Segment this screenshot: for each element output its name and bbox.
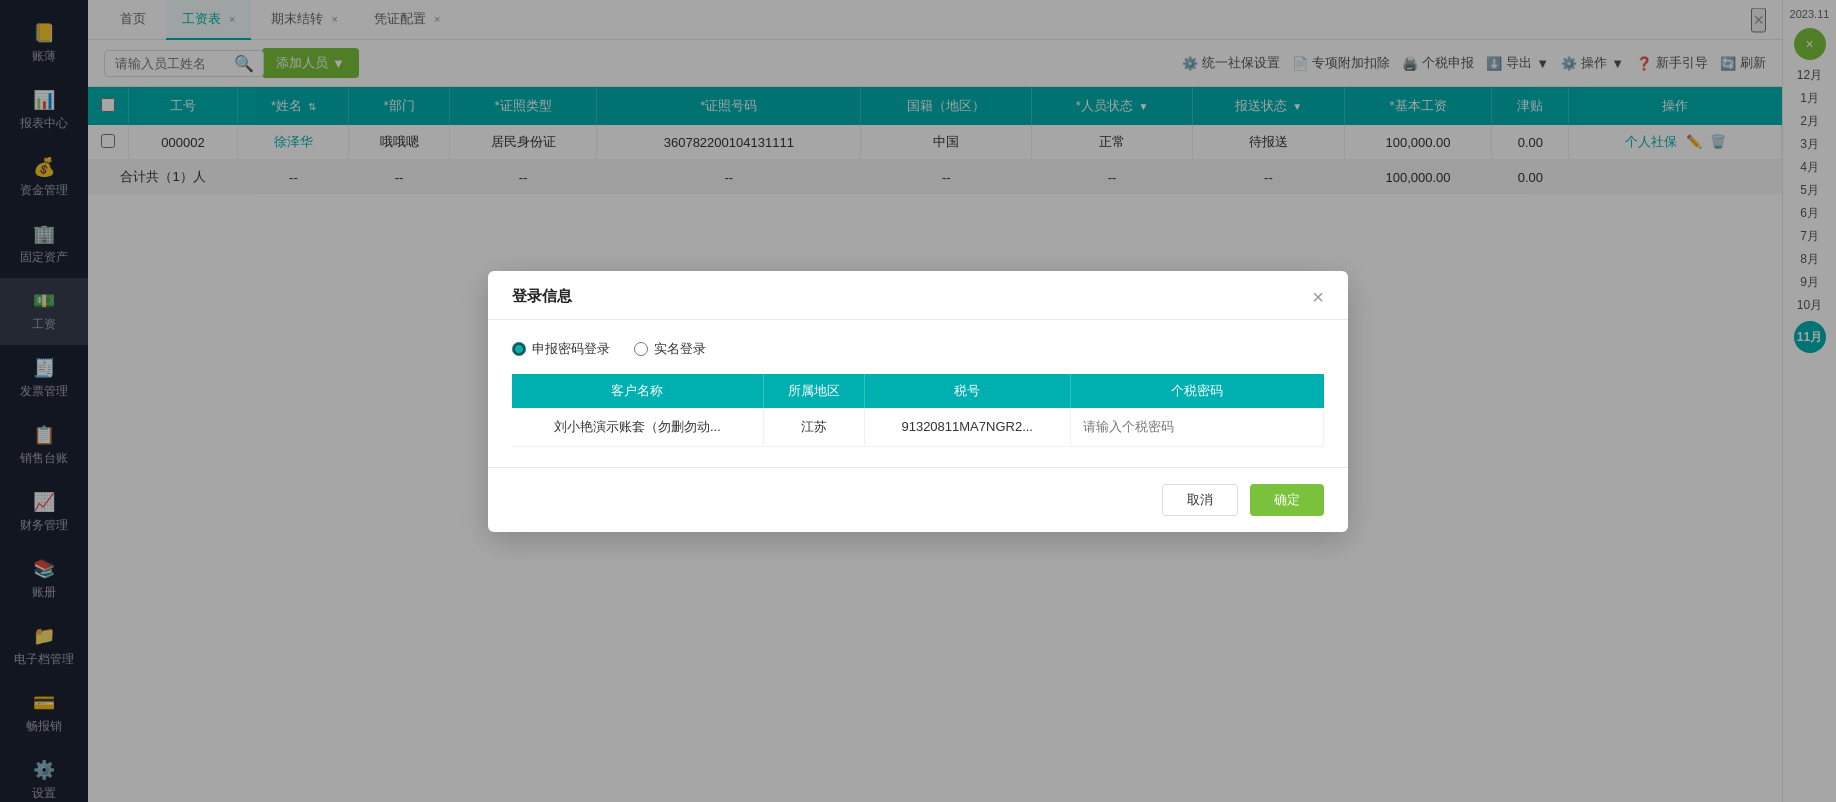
dialog-col-password: 个税密码 <box>1070 374 1324 408</box>
dialog-header: 登录信息 × <box>488 271 1348 320</box>
login-dialog: 登录信息 × 申报密码登录 实名登录 客户名称 所属地区 <box>488 271 1348 532</box>
cancel-button[interactable]: 取消 <box>1162 484 1238 516</box>
confirm-button[interactable]: 确定 <box>1250 484 1324 516</box>
realname-login-radio[interactable] <box>634 342 648 356</box>
dialog-title: 登录信息 <box>512 287 572 306</box>
client-password-cell[interactable] <box>1070 408 1324 447</box>
dialog-close-button[interactable]: × <box>1312 287 1324 307</box>
dialog-overlay: 登录信息 × 申报密码登录 实名登录 客户名称 所属地区 <box>0 0 1836 802</box>
client-taxno-cell: 91320811MA7NGR2... <box>864 408 1070 447</box>
realname-login-radio-label[interactable]: 实名登录 <box>634 340 706 358</box>
client-name-cell: 刘小艳演示账套（勿删勿动... <box>512 408 763 447</box>
dialog-col-client: 客户名称 <box>512 374 763 408</box>
dialog-body: 申报密码登录 实名登录 客户名称 所属地区 税号 个税密码 <box>488 320 1348 467</box>
password-login-radio[interactable] <box>512 342 526 356</box>
login-type-radio-group: 申报密码登录 实名登录 <box>512 340 1324 358</box>
dialog-footer: 取消 确定 <box>488 467 1348 532</box>
dialog-col-region: 所属地区 <box>763 374 864 408</box>
client-table: 客户名称 所属地区 税号 个税密码 刘小艳演示账套（勿删勿动... 江苏 913… <box>512 374 1324 447</box>
client-table-row: 刘小艳演示账套（勿删勿动... 江苏 91320811MA7NGR2... <box>512 408 1324 447</box>
client-region-cell: 江苏 <box>763 408 864 447</box>
password-login-radio-label[interactable]: 申报密码登录 <box>512 340 610 358</box>
tax-password-input[interactable] <box>1083 419 1312 434</box>
dialog-col-taxno: 税号 <box>864 374 1070 408</box>
